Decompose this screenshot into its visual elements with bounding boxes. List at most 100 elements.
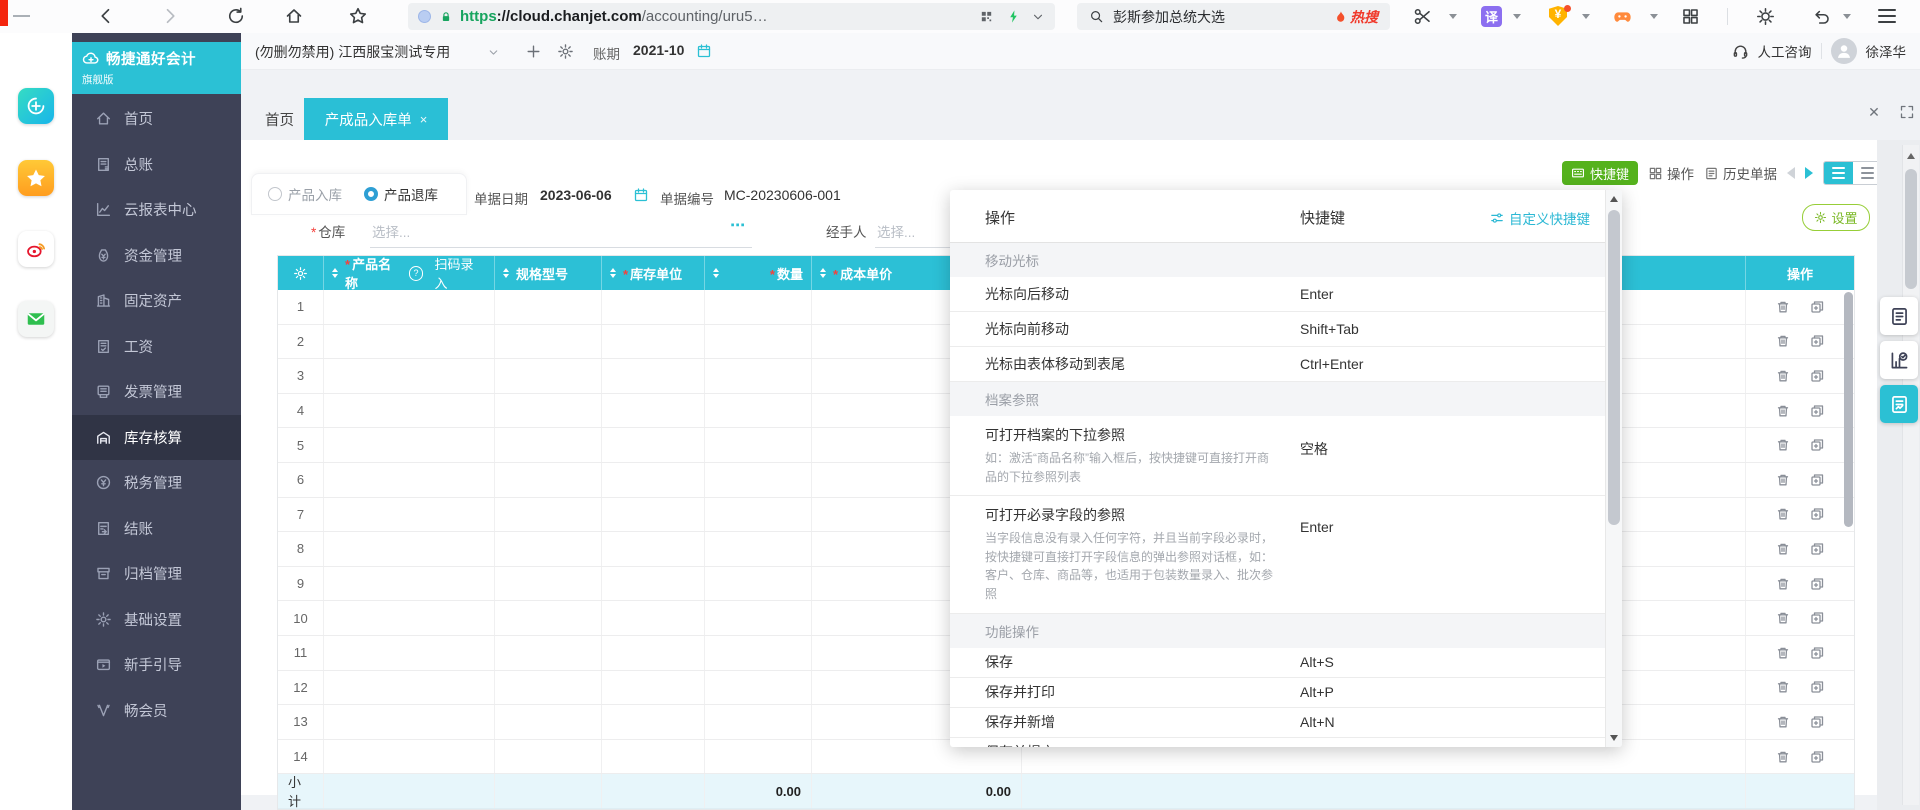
grid-scrollbar[interactable]: [1844, 292, 1853, 527]
window-minimize-icon[interactable]: [13, 15, 30, 17]
grid-cell[interactable]: [705, 393, 812, 428]
grid-cell[interactable]: [324, 462, 495, 497]
address-bar[interactable]: https://cloud.chanjet.com/accounting/uru…: [408, 3, 1055, 30]
refresh-icon[interactable]: [226, 6, 246, 26]
trash-icon[interactable]: [1775, 541, 1791, 557]
fullscreen-icon[interactable]: [1899, 104, 1915, 120]
grid-cell[interactable]: [705, 324, 812, 359]
grid-cell[interactable]: [324, 670, 495, 705]
grid-cell[interactable]: [324, 601, 495, 635]
hot-search-badge[interactable]: 热搜: [1334, 7, 1378, 27]
sort-icon[interactable]: [503, 268, 509, 278]
dialog-scroll-down-icon[interactable]: [1610, 735, 1618, 741]
prev-doc-icon[interactable]: [1787, 167, 1796, 179]
sidebar-item-ledger[interactable]: 总账: [72, 142, 241, 188]
grid-cell[interactable]: [495, 393, 602, 428]
grid-cell[interactable]: [705, 739, 812, 774]
grid-cell[interactable]: [495, 739, 602, 774]
avatar[interactable]: [1830, 38, 1857, 64]
qr-code-icon[interactable]: [979, 9, 994, 24]
screenshot-dropdown-icon[interactable]: [1449, 14, 1457, 19]
back-icon[interactable]: [96, 6, 116, 26]
grid-cell[interactable]: [602, 532, 705, 566]
undo-dropdown-icon[interactable]: [1843, 14, 1851, 19]
site-info-icon[interactable]: [418, 10, 431, 23]
copy-icon[interactable]: [1809, 679, 1825, 695]
trash-icon[interactable]: [1775, 472, 1791, 488]
sidebar-item-asset[interactable]: 固定资产: [72, 278, 241, 324]
row-actions[interactable]: [1746, 567, 1854, 601]
row-actions[interactable]: [1746, 463, 1854, 497]
sort-icon[interactable]: [713, 268, 719, 278]
copy-icon[interactable]: [1809, 299, 1825, 315]
grid-cell[interactable]: [495, 532, 602, 566]
row-actions[interactable]: [1746, 325, 1854, 359]
grid-cell[interactable]: [324, 497, 495, 532]
weibo-app-icon[interactable]: [18, 231, 54, 267]
actions-menu-button[interactable]: 操作: [1648, 163, 1694, 183]
trash-icon[interactable]: [1775, 610, 1791, 626]
sidebar-item-gear[interactable]: 基础设置: [72, 597, 241, 643]
row-actions[interactable]: [1746, 671, 1854, 705]
tabstrip-close-icon[interactable]: ✕: [1866, 104, 1882, 120]
grid-cell[interactable]: [705, 290, 812, 324]
shortcut-button[interactable]: 快捷键: [1562, 161, 1639, 185]
grid-cell[interactable]: [495, 324, 602, 359]
forward-icon[interactable]: [160, 6, 180, 26]
float-doc-list-button[interactable]: [1880, 297, 1918, 335]
grid-cell[interactable]: [602, 497, 705, 532]
col-库存单位[interactable]: * 库存单位: [602, 256, 705, 290]
sidebar-item-fund[interactable]: 资金管理: [72, 233, 241, 279]
page-scrollbar[interactable]: [1902, 145, 1919, 805]
sort-icon[interactable]: [332, 268, 338, 278]
games-icon[interactable]: [1613, 7, 1632, 26]
account-settings-gear-icon[interactable]: [557, 43, 574, 60]
theme-sun-icon[interactable]: [1756, 7, 1775, 26]
customize-shortcut-link[interactable]: 自定义快捷键: [1490, 208, 1590, 228]
grid-cell[interactable]: [602, 359, 705, 393]
grid-cell[interactable]: [495, 428, 602, 462]
trash-icon[interactable]: [1775, 749, 1791, 765]
grid-cell[interactable]: [324, 290, 495, 324]
warehouse-input[interactable]: [370, 247, 752, 248]
username[interactable]: 徐泽华: [1866, 41, 1907, 61]
sort-icon[interactable]: [820, 268, 826, 278]
row-actions[interactable]: [1746, 394, 1854, 428]
grid-cell[interactable]: [324, 359, 495, 393]
col-操作[interactable]: 操作: [1746, 256, 1854, 290]
float-report-button[interactable]: [1880, 341, 1918, 379]
grid-cell[interactable]: [602, 739, 705, 774]
grid-cell[interactable]: [495, 290, 602, 324]
tab-product-inbound[interactable]: 产成品入库单 ×: [304, 98, 448, 140]
grid-cell[interactable]: [705, 566, 812, 601]
grid-cell[interactable]: [495, 462, 602, 497]
undo-icon[interactable]: [1812, 7, 1831, 26]
sidebar-item-salary[interactable]: 工资: [72, 324, 241, 370]
grid-cell[interactable]: [324, 324, 495, 359]
grid-cell[interactable]: [324, 428, 495, 462]
trash-icon[interactable]: [1775, 679, 1791, 695]
grid-cell[interactable]: [602, 705, 705, 739]
copy-icon[interactable]: [1809, 749, 1825, 765]
company-dropdown-icon[interactable]: [487, 46, 500, 59]
grid-cell[interactable]: [705, 497, 812, 532]
next-doc-icon[interactable]: [1805, 167, 1814, 179]
address-dropdown-icon[interactable]: [1031, 10, 1045, 24]
copy-icon[interactable]: [1809, 610, 1825, 626]
url-text[interactable]: https://cloud.chanjet.com/accounting/uru…: [460, 8, 973, 25]
tab-close-icon[interactable]: ×: [420, 112, 428, 127]
trash-icon[interactable]: [1775, 299, 1791, 315]
speed-mode-icon[interactable]: [1006, 9, 1021, 24]
row-actions[interactable]: [1746, 498, 1854, 532]
wallet-shield-icon[interactable]: ¥: [1547, 5, 1571, 28]
grid-cell[interactable]: [324, 393, 495, 428]
grid-cell[interactable]: [705, 635, 812, 670]
sidebar-item-guide[interactable]: 新手引导: [72, 642, 241, 688]
grid-cell[interactable]: [495, 670, 602, 705]
translate-icon[interactable]: 译: [1481, 6, 1502, 27]
doc-date-calendar-icon[interactable]: [633, 187, 649, 203]
row-actions[interactable]: [1746, 428, 1854, 462]
grid-cell[interactable]: [495, 566, 602, 601]
row-actions[interactable]: [1746, 290, 1854, 324]
copy-icon[interactable]: [1809, 437, 1825, 453]
